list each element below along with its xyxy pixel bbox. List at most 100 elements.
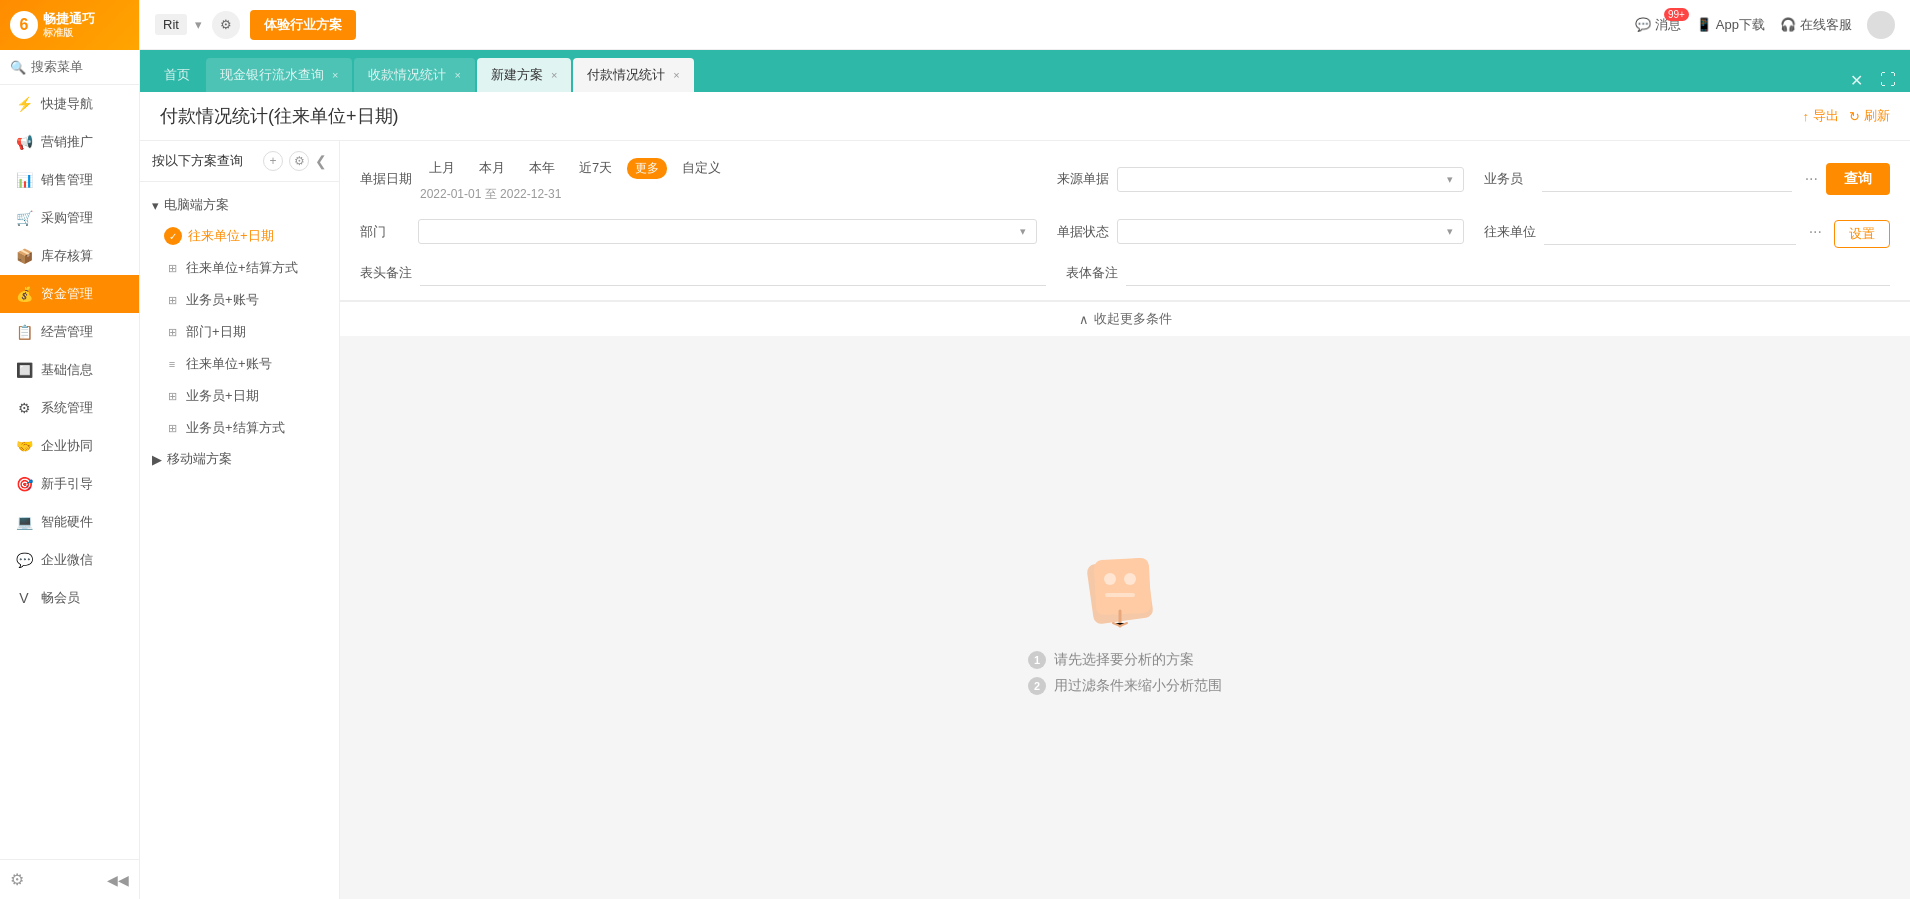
date-this-year[interactable]: 本年 <box>520 155 564 181</box>
salesperson-more-button[interactable]: ··· <box>1805 170 1818 188</box>
receipt-stats-tab-close[interactable]: × <box>454 69 460 81</box>
refresh-button[interactable]: ↻ 刷新 <box>1849 107 1890 125</box>
body-note-input[interactable] <box>1126 260 1890 286</box>
voucher-status-select[interactable]: ▾ <box>1117 219 1463 244</box>
sidebar-item-wechat[interactable]: 💬 企业微信 <box>0 541 139 579</box>
date-last-month[interactable]: 上月 <box>420 155 464 181</box>
trial-button[interactable]: 体验行业方案 <box>250 10 356 40</box>
scheme-grid-icon: ⊞ <box>164 388 180 404</box>
salesperson-input[interactable] <box>1542 166 1792 192</box>
filter-item-header-note: 表头备注 <box>360 260 1046 286</box>
tab-payment-stats[interactable]: 付款情况统计 × <box>573 58 693 92</box>
salesperson-label: 业务员 <box>1484 170 1534 188</box>
sidebar-item-label: 营销推广 <box>41 133 93 151</box>
empty-illustration <box>1075 541 1175 641</box>
scheme-item-partner-date[interactable]: ✓ 往来单位+日期 <box>140 220 339 252</box>
scheme-item-salesperson-payment[interactable]: ⊞ 业务员+结算方式 <box>140 412 339 444</box>
export-label: 导出 <box>1813 107 1839 125</box>
mobile-group-label: 移动端方案 <box>167 450 232 468</box>
sidebar-item-enterprise[interactable]: 🤝 企业协同 <box>0 427 139 465</box>
tabbar-controls: ✕ ⛶ <box>1844 68 1900 92</box>
scheme-grid-icon: ⊞ <box>164 260 180 276</box>
sidebar: 6 畅捷通巧 标准版 🔍 搜索菜单 ⚡ 快捷导航 📢 营销推广 📊 销售管理 🛒… <box>0 0 140 899</box>
sidebar-item-label: 智能硬件 <box>41 513 93 531</box>
topbar-actions: 💬 消息 99+ 📱 App下载 🎧 在线客服 <box>1635 11 1895 39</box>
guide-icon: 🎯 <box>15 475 33 493</box>
online-service-button[interactable]: 🎧 在线客服 <box>1780 16 1852 34</box>
user-dropdown-arrow[interactable]: ▾ <box>195 17 202 32</box>
scheme-panel: 按以下方案查询 + ⚙ ❮ ▾ 电脑端方案 <box>140 141 340 899</box>
maximize-button[interactable]: ⛶ <box>1876 68 1900 92</box>
date-custom-button[interactable]: 自定义 <box>673 155 730 181</box>
close-all-tabs-button[interactable]: ✕ <box>1844 68 1868 92</box>
search-icon: 🔍 <box>10 60 26 75</box>
partner-more-button[interactable]: ··· <box>1809 223 1822 241</box>
bank-flow-tab-close[interactable]: × <box>332 69 338 81</box>
tab-new-scheme[interactable]: 新建方案 × <box>477 58 571 92</box>
header-note-input[interactable] <box>420 260 1046 286</box>
payment-stats-tab-close[interactable]: × <box>673 69 679 81</box>
page-header-actions: ↑ 导出 ↻ 刷新 <box>1803 107 1891 125</box>
sidebar-nav: ⚡ 快捷导航 📢 营销推广 📊 销售管理 🛒 采购管理 📦 库存核算 💰 资金管… <box>0 85 139 859</box>
partner-input[interactable] <box>1544 219 1796 245</box>
scheme-panel-collapse-button[interactable]: ❮ <box>315 153 327 169</box>
sidebar-item-basic[interactable]: 🔲 基础信息 <box>0 351 139 389</box>
scheme-item-dept-date[interactable]: ⊞ 部门+日期 <box>140 316 339 348</box>
collapse-bar[interactable]: ∧ 收起更多条件 <box>340 301 1910 336</box>
sidebar-item-guide[interactable]: 🎯 新手引导 <box>0 465 139 503</box>
scheme-settings-button[interactable]: ⚙ <box>289 151 309 171</box>
sidebar-item-fund[interactable]: 💰 资金管理 <box>0 275 139 313</box>
business-icon: 📋 <box>15 323 33 341</box>
scheme-item-salesperson-account[interactable]: ⊞ 业务员+账号 <box>140 284 339 316</box>
search-menu[interactable]: 🔍 搜索菜单 <box>0 50 139 85</box>
sidebar-item-quick-nav[interactable]: ⚡ 快捷导航 <box>0 85 139 123</box>
source-select[interactable]: ▾ <box>1117 167 1463 192</box>
sidebar-item-hardware[interactable]: 💻 智能硬件 <box>0 503 139 541</box>
refresh-icon: ↻ <box>1849 109 1860 124</box>
sidebar-item-vip[interactable]: V 畅会员 <box>0 579 139 617</box>
scheme-item-label: 往来单位+结算方式 <box>186 259 298 277</box>
sidebar-item-sales[interactable]: 📊 销售管理 <box>0 161 139 199</box>
tab-receipt-stats[interactable]: 收款情况统计 × <box>354 58 474 92</box>
filter-settings-button[interactable]: 设置 <box>1834 220 1890 248</box>
query-button[interactable]: 查询 <box>1826 163 1890 195</box>
topbar-settings-button[interactable]: ⚙ <box>212 11 240 39</box>
sidebar-item-marketing[interactable]: 📢 营销推广 <box>0 123 139 161</box>
filter-row-1: 单据日期 上月 本月 本年 近7天 更多 自定义 20 <box>360 155 1890 203</box>
scheme-item-salesperson-date[interactable]: ⊞ 业务员+日期 <box>140 380 339 412</box>
sidebar-item-business[interactable]: 📋 经营管理 <box>0 313 139 351</box>
scheme-group-mobile-header[interactable]: ▶ 移动端方案 <box>140 444 339 474</box>
topbar: Rit ▾ ⚙ 体验行业方案 💬 消息 99+ 📱 App下载 🎧 在线客服 <box>140 0 1910 50</box>
sidebar-collapse-icon[interactable]: ◀◀ <box>107 872 129 888</box>
date-range-display: 2022-01-01 至 2022-12-31 <box>420 186 730 203</box>
content-area: 按以下方案查询 + ⚙ ❮ ▾ 电脑端方案 <box>140 141 1910 899</box>
filter-item-partner: 往来单位 ··· 设置 <box>1484 215 1890 248</box>
date-this-month[interactable]: 本月 <box>470 155 514 181</box>
scheme-item-partner-payment[interactable]: ⊞ 往来单位+结算方式 <box>140 252 339 284</box>
date-last-7-days[interactable]: 近7天 <box>570 155 621 181</box>
tab-bank-flow[interactable]: 现金银行流水查询 × <box>206 58 352 92</box>
sidebar-item-system[interactable]: ⚙ 系统管理 <box>0 389 139 427</box>
export-button[interactable]: ↑ 导出 <box>1803 107 1840 125</box>
scheme-item-partner-account[interactable]: ≡ 往来单位+账号 <box>140 348 339 380</box>
sidebar-item-purchase[interactable]: 🛒 采购管理 <box>0 199 139 237</box>
svg-rect-4 <box>1105 593 1135 597</box>
tab-home[interactable]: 首页 <box>150 58 204 92</box>
new-scheme-tab-close[interactable]: × <box>551 69 557 81</box>
sidebar-item-inventory[interactable]: 📦 库存核算 <box>0 237 139 275</box>
scheme-item-label: 往来单位+账号 <box>186 355 272 373</box>
user-avatar[interactable] <box>1867 11 1895 39</box>
header-note-label: 表头备注 <box>360 264 412 282</box>
add-scheme-button[interactable]: + <box>263 151 283 171</box>
scheme-group-desktop-header[interactable]: ▾ 电脑端方案 <box>140 190 339 220</box>
sidebar-item-label: 系统管理 <box>41 399 93 417</box>
partner-label: 往来单位 <box>1484 223 1536 241</box>
message-button[interactable]: 💬 消息 99+ <box>1635 16 1681 34</box>
date-more-button[interactable]: 更多 <box>627 158 667 179</box>
scheme-item-label: 业务员+结算方式 <box>186 419 285 437</box>
dept-select[interactable]: ▾ <box>418 219 1037 244</box>
scheme-grid-icon: ⊞ <box>164 420 180 436</box>
svg-point-3 <box>1124 573 1136 585</box>
sidebar-settings-icon[interactable]: ⚙ <box>10 870 24 889</box>
app-download-button[interactable]: 📱 App下载 <box>1696 16 1765 34</box>
